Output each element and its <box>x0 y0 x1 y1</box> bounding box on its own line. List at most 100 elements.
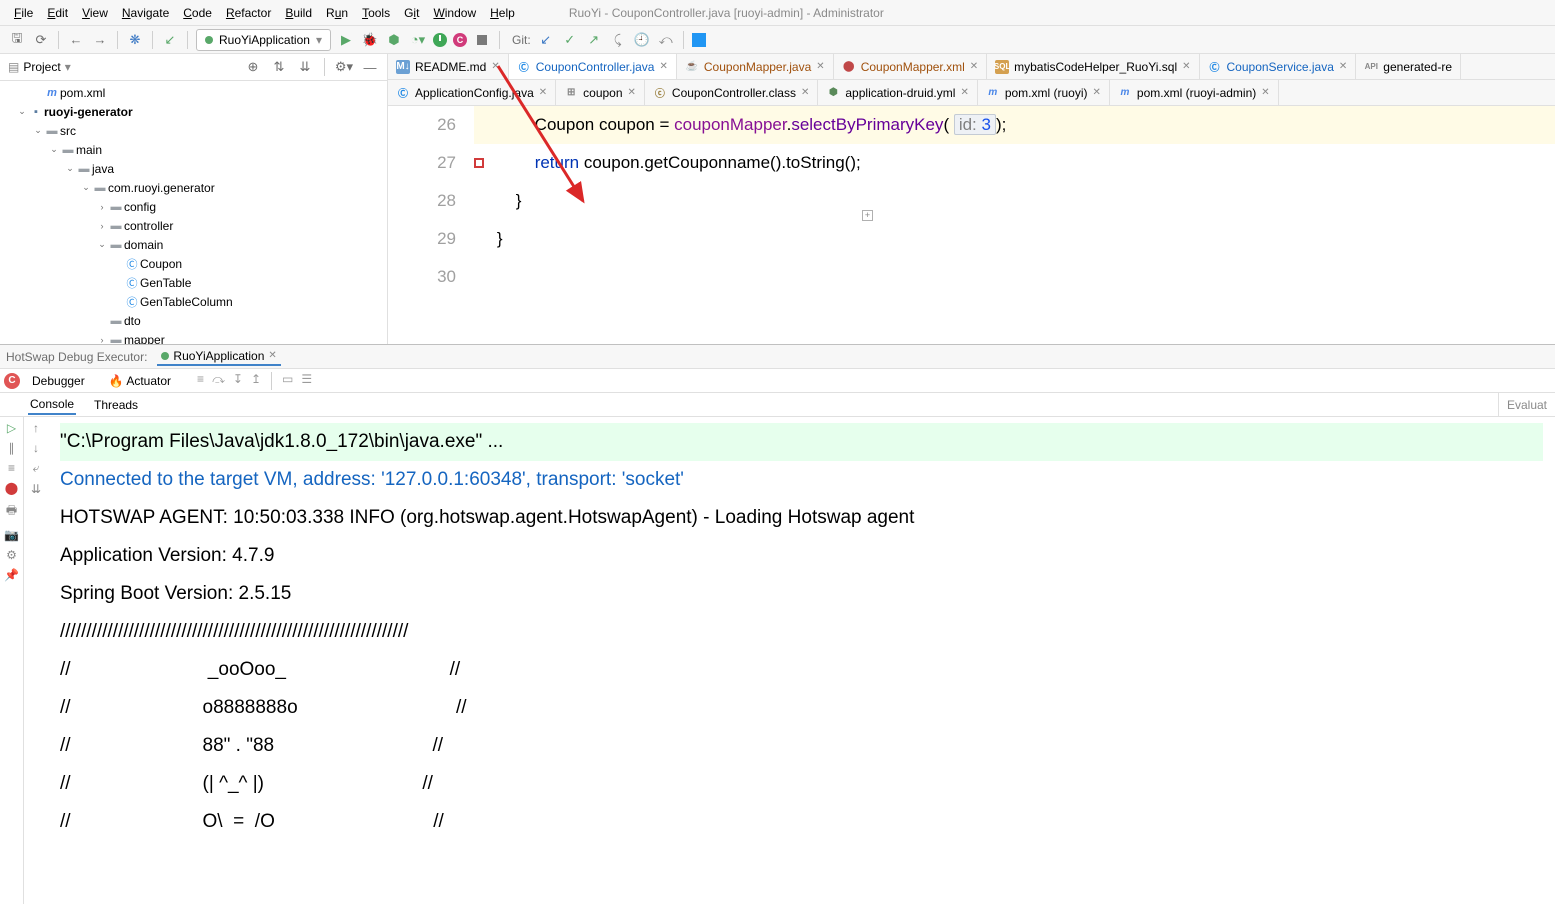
menu-run[interactable]: Run <box>320 4 354 22</box>
tree-item-com.ruoyi.generator[interactable]: ⌄▬com.ruoyi.generator <box>0 178 387 197</box>
expand-all-icon[interactable]: ⇅ <box>270 58 288 76</box>
editor-tab[interactable]: ⬤CouponMapper.xml✕ <box>834 54 987 79</box>
power-icon[interactable] <box>433 33 447 47</box>
tree-item-controller[interactable]: ›▬controller <box>0 216 387 235</box>
debug-icon[interactable]: 🐞 <box>361 31 379 49</box>
actuator-tab[interactable]: 🔥 Actuator <box>103 372 177 390</box>
menu-window[interactable]: Window <box>427 4 482 22</box>
forward-icon[interactable]: → <box>91 31 109 49</box>
project-tree[interactable]: mpom.xml⌄▪ruoyi-generator⌄▬src⌄▬main⌄▬ja… <box>0 81 387 344</box>
git-history-icon[interactable]: 🕘 <box>633 31 651 49</box>
step-over-icon[interactable]: ⤼ <box>212 372 225 390</box>
menu-navigate[interactable]: Navigate <box>116 4 175 22</box>
gear2-icon[interactable]: ⚙ <box>6 548 17 562</box>
gear-icon[interactable]: ❋ <box>126 31 144 49</box>
close-icon[interactable]: ✕ <box>801 87 809 98</box>
tree-arrow-icon[interactable]: ⌄ <box>80 182 92 193</box>
pause-icon[interactable]: ∥ <box>9 441 15 455</box>
print-icon[interactable]: 🖶 <box>6 501 17 522</box>
tree-item-gentablecolumn[interactable]: ⒸGenTableColumn <box>0 292 387 311</box>
editor-tab[interactable]: ⒸApplicationConfig.java✕ <box>388 80 556 105</box>
tree-item-domain[interactable]: ⌄▬domain <box>0 235 387 254</box>
menu-refactor[interactable]: Refactor <box>220 4 277 22</box>
editor-tab[interactable]: ⊞coupon✕ <box>556 80 645 105</box>
menu-build[interactable]: Build <box>279 4 318 22</box>
tree-item-config[interactable]: ›▬config <box>0 197 387 216</box>
breakpoint-marker-icon[interactable] <box>474 158 484 168</box>
menu-view[interactable]: View <box>76 4 114 22</box>
stop-icon[interactable] <box>473 31 491 49</box>
close-icon[interactable]: ✕ <box>1261 87 1269 98</box>
profile-icon[interactable]: ◔▾ <box>409 31 427 49</box>
git-commit-icon[interactable]: ✓ <box>561 31 579 49</box>
evaluate-label[interactable]: Evaluat <box>1498 393 1555 416</box>
step-into-icon[interactable]: ↧ <box>233 372 243 390</box>
pin-icon[interactable]: 📌 <box>4 568 19 582</box>
wrap-icon[interactable]: ⤶ <box>33 461 40 476</box>
select-opened-icon[interactable]: ⊕ <box>244 58 262 76</box>
close-icon[interactable]: ✕ <box>628 87 636 98</box>
rerun-icon[interactable]: ▷ <box>7 421 16 435</box>
close-icon[interactable]: ✕ <box>960 87 968 98</box>
git-rollback-icon[interactable]: ⤺ <box>657 31 675 49</box>
tree-arrow-icon[interactable]: ⌄ <box>48 144 60 155</box>
hotswap-badge-icon[interactable]: C <box>4 373 20 389</box>
tree-arrow-icon[interactable]: ⌄ <box>96 239 108 250</box>
editor-tab[interactable]: SQLmybatisCodeHelper_RuoYi.sql✕ <box>987 54 1199 79</box>
git-push-icon[interactable]: ↗ <box>585 31 603 49</box>
close-icon[interactable]: ✕ <box>1182 61 1190 72</box>
refresh-icon[interactable]: ⟳ <box>32 31 50 49</box>
editor-tab[interactable]: ⬢application-druid.yml✕ <box>818 80 977 105</box>
run-icon[interactable]: ▶ <box>337 31 355 49</box>
console-output[interactable]: "C:\Program Files\Java\jdk1.8.0_172\bin\… <box>48 417 1555 904</box>
close-icon[interactable]: ✕ <box>539 87 547 98</box>
tree-item-mapper[interactable]: ›▬mapper <box>0 330 387 344</box>
fold-icon[interactable]: + <box>862 210 873 221</box>
tree-item-ruoyi-generator[interactable]: ⌄▪ruoyi-generator <box>0 102 387 121</box>
code-line[interactable]: return coupon.getCouponname().toString()… <box>474 144 1555 182</box>
menu-tools[interactable]: Tools <box>356 4 396 22</box>
bp-red-icon[interactable]: ⬤ <box>5 481 18 495</box>
tree-arrow-icon[interactable]: › <box>96 221 108 231</box>
editor-tab[interactable]: M↓README.md✕ <box>388 54 509 79</box>
tree-item-src[interactable]: ⌄▬src <box>0 121 387 140</box>
tree-item-java[interactable]: ⌄▬java <box>0 159 387 178</box>
close-icon[interactable]: ✕ <box>1093 87 1101 98</box>
step-out-icon[interactable]: ↥ <box>251 372 261 390</box>
editor-tab[interactable]: mpom.xml (ruoyi)✕ <box>978 80 1110 105</box>
debugger-tab[interactable]: Debugger <box>26 372 91 390</box>
menu-code[interactable]: Code <box>177 4 218 22</box>
editor-tab[interactable]: ⒸCouponController.java✕ <box>509 54 677 79</box>
tree-item-pom.xml[interactable]: mpom.xml <box>0 83 387 102</box>
save-icon[interactable]: 🖫 <box>8 31 26 49</box>
hammer-icon[interactable]: ↙ <box>161 31 179 49</box>
tree-arrow-icon[interactable]: ⌄ <box>16 106 28 117</box>
close-icon[interactable]: ✕ <box>268 350 276 361</box>
code-line[interactable]: } <box>474 182 1555 220</box>
git-pull-icon[interactable]: ↙ <box>537 31 555 49</box>
menu-help[interactable]: Help <box>484 4 521 22</box>
down-icon[interactable]: ↓ <box>33 441 39 455</box>
line-number[interactable]: 26 <box>388 106 456 144</box>
scroll-icon[interactable]: ⇊ <box>31 482 41 496</box>
editor-tab[interactable]: APIgenerated-re <box>1356 54 1461 79</box>
collapse-all-icon[interactable]: ⇊ <box>296 58 314 76</box>
menu-file[interactable]: FFileile <box>8 4 39 22</box>
up-icon[interactable]: ↑ <box>33 421 39 435</box>
editor-tab[interactable]: mpom.xml (ruoyi-admin)✕ <box>1110 80 1279 105</box>
threads-icon[interactable]: ☰ <box>301 372 312 390</box>
tree-item-coupon[interactable]: ⒸCoupon <box>0 254 387 273</box>
run-tab[interactable]: RuoYiApplication ✕ <box>157 348 280 366</box>
close-icon[interactable]: ✕ <box>1339 61 1347 72</box>
project-title[interactable]: ▤ Project ▾ <box>8 60 71 74</box>
line-number[interactable]: 27 <box>388 144 456 182</box>
tree-item-main[interactable]: ⌄▬main <box>0 140 387 159</box>
console-tab[interactable]: Console <box>28 395 76 415</box>
layout-icon[interactable]: ≡ <box>197 372 204 390</box>
close-icon[interactable]: ✕ <box>491 61 499 72</box>
line-number[interactable]: 28 <box>388 182 456 220</box>
back-icon[interactable]: ← <box>67 31 85 49</box>
menu-edit[interactable]: Edit <box>41 4 74 22</box>
tree-arrow-icon[interactable]: ⌄ <box>64 163 76 174</box>
line-number[interactable]: 30 <box>388 258 456 296</box>
